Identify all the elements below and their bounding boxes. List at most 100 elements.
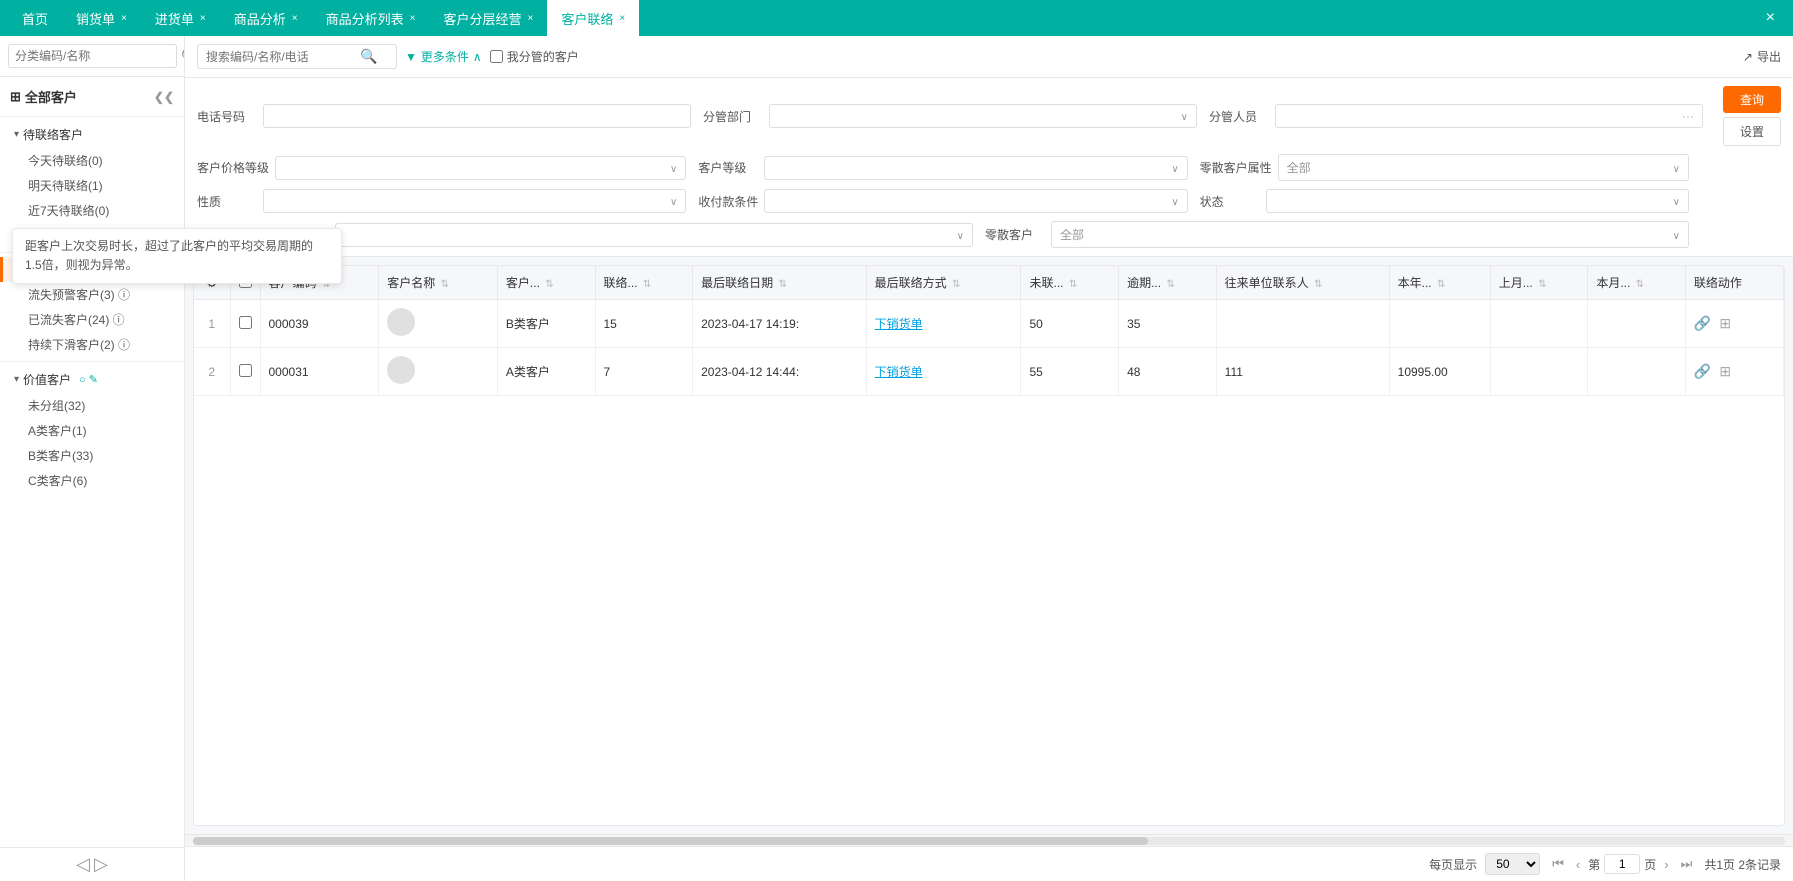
filter-nature-select[interactable] <box>263 189 686 213</box>
tab-product-analysis[interactable]: 商品分析 × <box>220 0 312 36</box>
th-class[interactable]: 客户... ⇅ <box>497 266 595 300</box>
filter-phone: 电话号码 <box>197 104 691 128</box>
sidebar-item-all-customers[interactable]: ⊞ 全部客户 ❮❮ <box>0 81 184 112</box>
close-icon[interactable]: × <box>200 13 206 24</box>
filter-payment-select[interactable] <box>764 189 1187 213</box>
horizontal-scrollbar[interactable] <box>185 834 1793 846</box>
sidebar-item-class-a[interactable]: A类客户(1) <box>0 418 184 443</box>
sidebar-item-declining-customers[interactable]: 持续下滑客户(2) ⓘ <box>0 332 184 357</box>
cell-overdue: 48 <box>1119 348 1217 396</box>
tab-customer-segmentation-label: 客户分层经营 <box>443 9 521 28</box>
contact-grid-icon[interactable]: ⊞ <box>1719 363 1731 380</box>
contact-method-link[interactable]: 下销货单 <box>875 365 923 379</box>
cell-last-contact-method[interactable]: 下销货单 <box>866 300 1021 348</box>
tab-sales-order[interactable]: 销货单 × <box>62 0 141 36</box>
close-icon[interactable]: × <box>527 13 533 24</box>
sort-icon: ⇅ <box>1166 279 1174 290</box>
filter-customer-type-select[interactable] <box>335 223 973 247</box>
scrollbar-track <box>193 837 1785 845</box>
sort-icon: ⇅ <box>1069 279 1077 290</box>
scroll-left-icon[interactable]: ◁ <box>76 854 90 875</box>
th-unchecked[interactable]: 未联... ⇅ <box>1021 266 1119 300</box>
next-page-button[interactable]: › <box>1660 855 1672 874</box>
filter-customer-level-select[interactable] <box>764 156 1187 180</box>
th-last-month[interactable]: 上月... ⇅ <box>1490 266 1588 300</box>
section-label: 待联络客户 <box>23 126 83 143</box>
th-this-year[interactable]: 本年... ⇅ <box>1389 266 1490 300</box>
scroll-right-icon[interactable]: ▷ <box>94 854 108 875</box>
last-page-button[interactable]: ⏭ <box>1677 854 1697 874</box>
content-area: 🔍 ▼ 更多条件 ∧ 我分管的客户 ↗ 导出 电话号码 <box>185 36 1793 881</box>
filter-dept-select[interactable] <box>769 104 1197 128</box>
tab-purchase-order[interactable]: 进货单 × <box>141 0 220 36</box>
filter-scatter-customer-select[interactable]: 全部 <box>1051 221 1689 248</box>
sidebar-item-tomorrow-contact[interactable]: 明天待联络(1) <box>0 173 184 198</box>
sidebar-item-today-contact[interactable]: 今天待联络(0) <box>0 148 184 173</box>
th-this-month[interactable]: 本月... ⇅ <box>1588 266 1686 300</box>
row-index: 2 <box>194 348 230 396</box>
filter-scatter-attr-select[interactable]: 全部 <box>1278 154 1689 181</box>
page-number-input[interactable] <box>1604 854 1640 874</box>
cell-last-month <box>1490 300 1588 348</box>
first-page-button[interactable]: ⏮ <box>1548 854 1568 874</box>
sidebar-item-ungrouped[interactable]: 未分组(32) <box>0 393 184 418</box>
my-customer-checkbox[interactable] <box>490 50 503 63</box>
scrollbar-thumb[interactable] <box>193 837 1148 845</box>
per-page-select[interactable]: 50 100 200 <box>1485 853 1540 875</box>
query-button[interactable]: 查询 <box>1723 86 1781 113</box>
more-conditions-button[interactable]: ▼ 更多条件 ∧ <box>405 48 482 65</box>
th-name[interactable]: 客户名称 ⇅ <box>379 266 498 300</box>
th-contact-count[interactable]: 联络... ⇅ <box>595 266 693 300</box>
th-overdue[interactable]: 逾期... ⇅ <box>1119 266 1217 300</box>
tab-customer-contact[interactable]: 客户联络 × <box>547 0 639 36</box>
th-last-contact-date[interactable]: 最后联络日期 ⇅ <box>693 266 867 300</box>
filter-status-select[interactable] <box>1266 189 1689 213</box>
prev-page-button[interactable]: ‹ <box>1572 855 1584 874</box>
filter-status-label: 状态 <box>1200 193 1260 210</box>
sidebar-section-value-customers[interactable]: ▾ 价值客户 ○ ✎ <box>0 366 184 393</box>
window-close-button[interactable]: × <box>1756 9 1785 27</box>
tab-customer-segmentation[interactable]: 客户分层经营 × <box>429 0 547 36</box>
sidebar-item-week-contact[interactable]: 近7天待联络(0) <box>0 198 184 223</box>
cell-last-contact-method[interactable]: 下销货单 <box>866 348 1021 396</box>
sidebar-item-class-b[interactable]: B类客户(33) <box>0 443 184 468</box>
th-contact-person[interactable]: 往来单位联系人 ⇅ <box>1216 266 1389 300</box>
tab-home[interactable]: 首页 <box>8 0 62 36</box>
search-icon[interactable]: 🔍 <box>360 48 377 65</box>
sidebar-item-loss-warning[interactable]: 流失预警客户(3) ⓘ <box>0 282 184 307</box>
contact-link-icon[interactable]: 🔗 <box>1694 315 1711 332</box>
avatar <box>387 308 415 336</box>
settings-button[interactable]: 设置 <box>1723 117 1781 146</box>
divider <box>0 116 184 117</box>
chevron-down-icon <box>1171 161 1178 175</box>
close-icon[interactable]: × <box>292 13 298 24</box>
close-icon[interactable]: × <box>121 13 127 24</box>
edit-icon[interactable]: ○ ✎ <box>79 373 98 386</box>
close-icon[interactable]: × <box>619 13 625 24</box>
th-last-contact-method[interactable]: 最后联络方式 ⇅ <box>866 266 1021 300</box>
filter-phone-input[interactable] <box>263 104 691 128</box>
contact-link-icon[interactable]: 🔗 <box>1694 363 1711 380</box>
page-label: 第 <box>1588 856 1600 873</box>
sidebar-section-pending-contact[interactable]: ▾ 待联络客户 <box>0 121 184 148</box>
search-input[interactable] <box>206 50 356 64</box>
contact-grid-icon[interactable]: ⊞ <box>1719 315 1731 332</box>
tab-product-analysis-list[interactable]: 商品分析列表 × <box>312 0 430 36</box>
th-actions: 联络动作 <box>1685 266 1783 300</box>
sidebar-search-input[interactable] <box>8 44 177 68</box>
page-end-label: 页 <box>1644 856 1656 873</box>
sidebar-item-lost-customers[interactable]: 已流失客户(24) ⓘ <box>0 307 184 332</box>
cell-name <box>379 300 498 348</box>
row-checkbox[interactable] <box>239 364 252 377</box>
row-checkbox[interactable] <box>239 316 252 329</box>
sort-icon: ⇅ <box>441 279 449 290</box>
filter-person-select[interactable]: ··· <box>1275 104 1703 128</box>
sidebar-item-class-c[interactable]: C类客户(6) <box>0 468 184 493</box>
filter-customer-type: 客户类型 <box>269 223 973 247</box>
cell-contact-count: 15 <box>595 300 693 348</box>
filter-price-level-select[interactable] <box>275 156 686 180</box>
chevron-down-icon <box>1673 161 1680 175</box>
close-icon[interactable]: × <box>410 13 416 24</box>
export-button[interactable]: ↗ 导出 <box>1743 48 1781 65</box>
contact-method-link[interactable]: 下销货单 <box>875 317 923 331</box>
